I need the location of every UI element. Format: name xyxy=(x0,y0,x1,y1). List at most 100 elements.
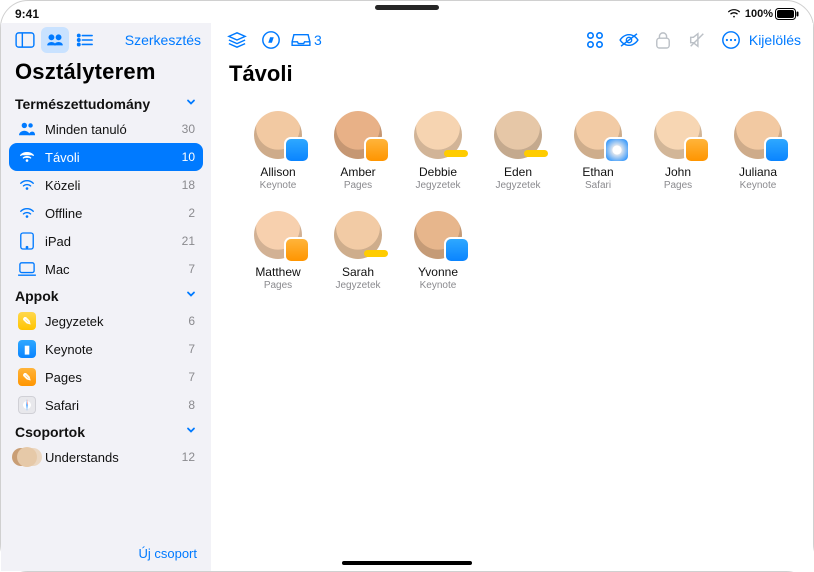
sidebar-item-count: 12 xyxy=(182,450,195,464)
avatar xyxy=(574,111,622,159)
student-name: Eden xyxy=(504,165,532,179)
student-name: Ethan xyxy=(582,165,613,179)
app-keynote-icon: ▮ xyxy=(17,339,37,359)
student-allison[interactable]: Allison Keynote xyxy=(239,111,317,191)
users-icon xyxy=(17,119,37,139)
student-john[interactable]: John Pages xyxy=(639,111,717,191)
student-name: Allison xyxy=(260,165,295,179)
chevron-down-icon xyxy=(185,95,197,113)
sidebar-item-safari[interactable]: Safari 8 xyxy=(9,391,203,419)
battery-icon xyxy=(775,8,799,20)
group-icon xyxy=(17,447,37,467)
student-app: Jegyzetek xyxy=(335,280,380,291)
sidebar-item-keynote[interactable]: ▮ Keynote 7 xyxy=(9,335,203,363)
section-header-apps[interactable]: Appok xyxy=(1,283,211,307)
student-app: Pages xyxy=(664,180,692,191)
new-group-button[interactable]: Új csoport xyxy=(1,542,211,571)
view-list-button[interactable] xyxy=(71,27,99,53)
lock-button[interactable] xyxy=(649,28,677,52)
ipad-icon xyxy=(17,231,37,251)
sidebar-item-label: Keynote xyxy=(45,342,180,357)
sidebar-toggle-button[interactable] xyxy=(11,27,39,53)
compass-button[interactable] xyxy=(257,28,285,52)
section-label: Appok xyxy=(15,288,59,304)
home-indicator xyxy=(342,561,472,565)
student-yvonne[interactable]: Yvonne Keynote xyxy=(399,211,477,291)
mac-icon xyxy=(17,259,37,279)
student-ethan[interactable]: Ethan Safari xyxy=(559,111,637,191)
chevron-down-icon xyxy=(185,423,197,441)
status-time: 9:41 xyxy=(15,7,39,21)
avatar xyxy=(254,111,302,159)
sidebar-item-label: Jegyzetek xyxy=(45,314,180,329)
avatar xyxy=(414,211,462,259)
sidebar-item-count: 10 xyxy=(182,150,195,164)
view-grid-button[interactable] xyxy=(41,27,69,53)
student-sarah[interactable]: Sarah Jegyzetek xyxy=(319,211,397,291)
sidebar-item-közeli[interactable]: Közeli 18 xyxy=(9,171,203,199)
avatar xyxy=(334,111,382,159)
student-app: Pages xyxy=(344,180,372,191)
sidebar-item-offline[interactable]: Offline 2 xyxy=(9,199,203,227)
notch-pill xyxy=(375,5,439,10)
mute-button[interactable] xyxy=(683,28,711,52)
sidebar-item-count: 30 xyxy=(182,122,195,136)
sidebar-item-label: Safari xyxy=(45,398,180,413)
student-app: Jegyzetek xyxy=(415,180,460,191)
signal-icon xyxy=(17,175,37,195)
signal-icon xyxy=(17,147,37,167)
hide-button[interactable] xyxy=(615,28,643,52)
wifi-icon xyxy=(727,8,741,19)
sidebar-item-count: 7 xyxy=(188,370,195,384)
apps-button[interactable] xyxy=(581,28,609,52)
sidebar-item-count: 8 xyxy=(188,398,195,412)
student-name: Matthew xyxy=(255,265,300,279)
sidebar-item-label: Minden tanuló xyxy=(45,122,174,137)
battery-percent: 100% xyxy=(745,8,773,20)
sidebar-item-távoli[interactable]: Távoli 10 xyxy=(9,143,203,171)
student-name: Amber xyxy=(340,165,375,179)
sidebar-item-label: iPad xyxy=(45,234,174,249)
student-juliana[interactable]: Juliana Keynote xyxy=(719,111,797,191)
student-app: Keynote xyxy=(740,180,777,191)
sidebar-item-mac[interactable]: Mac 7 xyxy=(9,255,203,283)
sidebar-item-label: Mac xyxy=(45,262,180,277)
avatar xyxy=(254,211,302,259)
section-label: Természettudomány xyxy=(15,96,150,112)
app-notes-icon: ✎ xyxy=(17,311,37,331)
student-amber[interactable]: Amber Pages xyxy=(319,111,397,191)
student-matthew[interactable]: Matthew Pages xyxy=(239,211,317,291)
select-button[interactable]: Kijelölés xyxy=(749,32,801,48)
avatar xyxy=(334,211,382,259)
inbox-count: 3 xyxy=(314,32,322,48)
sidebar-item-label: Pages xyxy=(45,370,180,385)
navigate-button[interactable] xyxy=(223,28,251,52)
sidebar-item-count: 18 xyxy=(182,178,195,192)
student-name: John xyxy=(665,165,691,179)
sidebar-item-count: 7 xyxy=(188,342,195,356)
avatar xyxy=(494,111,542,159)
inbox-button[interactable]: 3 xyxy=(291,32,322,48)
main-title: Távoli xyxy=(211,57,813,95)
more-button[interactable] xyxy=(717,28,745,52)
app-pages-icon: ✎ xyxy=(17,367,37,387)
section-header-groups[interactable]: Csoportok xyxy=(1,419,211,443)
section-header-class[interactable]: Természettudomány xyxy=(1,91,211,115)
edit-button[interactable]: Szerkesztés xyxy=(125,32,201,48)
student-name: Sarah xyxy=(342,265,374,279)
student-eden[interactable]: Eden Jegyzetek xyxy=(479,111,557,191)
sidebar-item-jegyzetek[interactable]: ✎ Jegyzetek 6 xyxy=(9,307,203,335)
sidebar-item-minden-tanuló[interactable]: Minden tanuló 30 xyxy=(9,115,203,143)
student-app: Keynote xyxy=(260,180,297,191)
student-app: Keynote xyxy=(420,280,457,291)
sidebar-item-understands[interactable]: Understands 12 xyxy=(9,443,203,471)
signal-icon xyxy=(17,203,37,223)
avatar xyxy=(734,111,782,159)
sidebar-item-pages[interactable]: ✎ Pages 7 xyxy=(9,363,203,391)
section-label: Csoportok xyxy=(15,424,85,440)
student-debbie[interactable]: Debbie Jegyzetek xyxy=(399,111,477,191)
sidebar-item-ipad[interactable]: iPad 21 xyxy=(9,227,203,255)
student-app: Jegyzetek xyxy=(495,180,540,191)
chevron-down-icon xyxy=(185,287,197,305)
app-safari-icon xyxy=(17,395,37,415)
